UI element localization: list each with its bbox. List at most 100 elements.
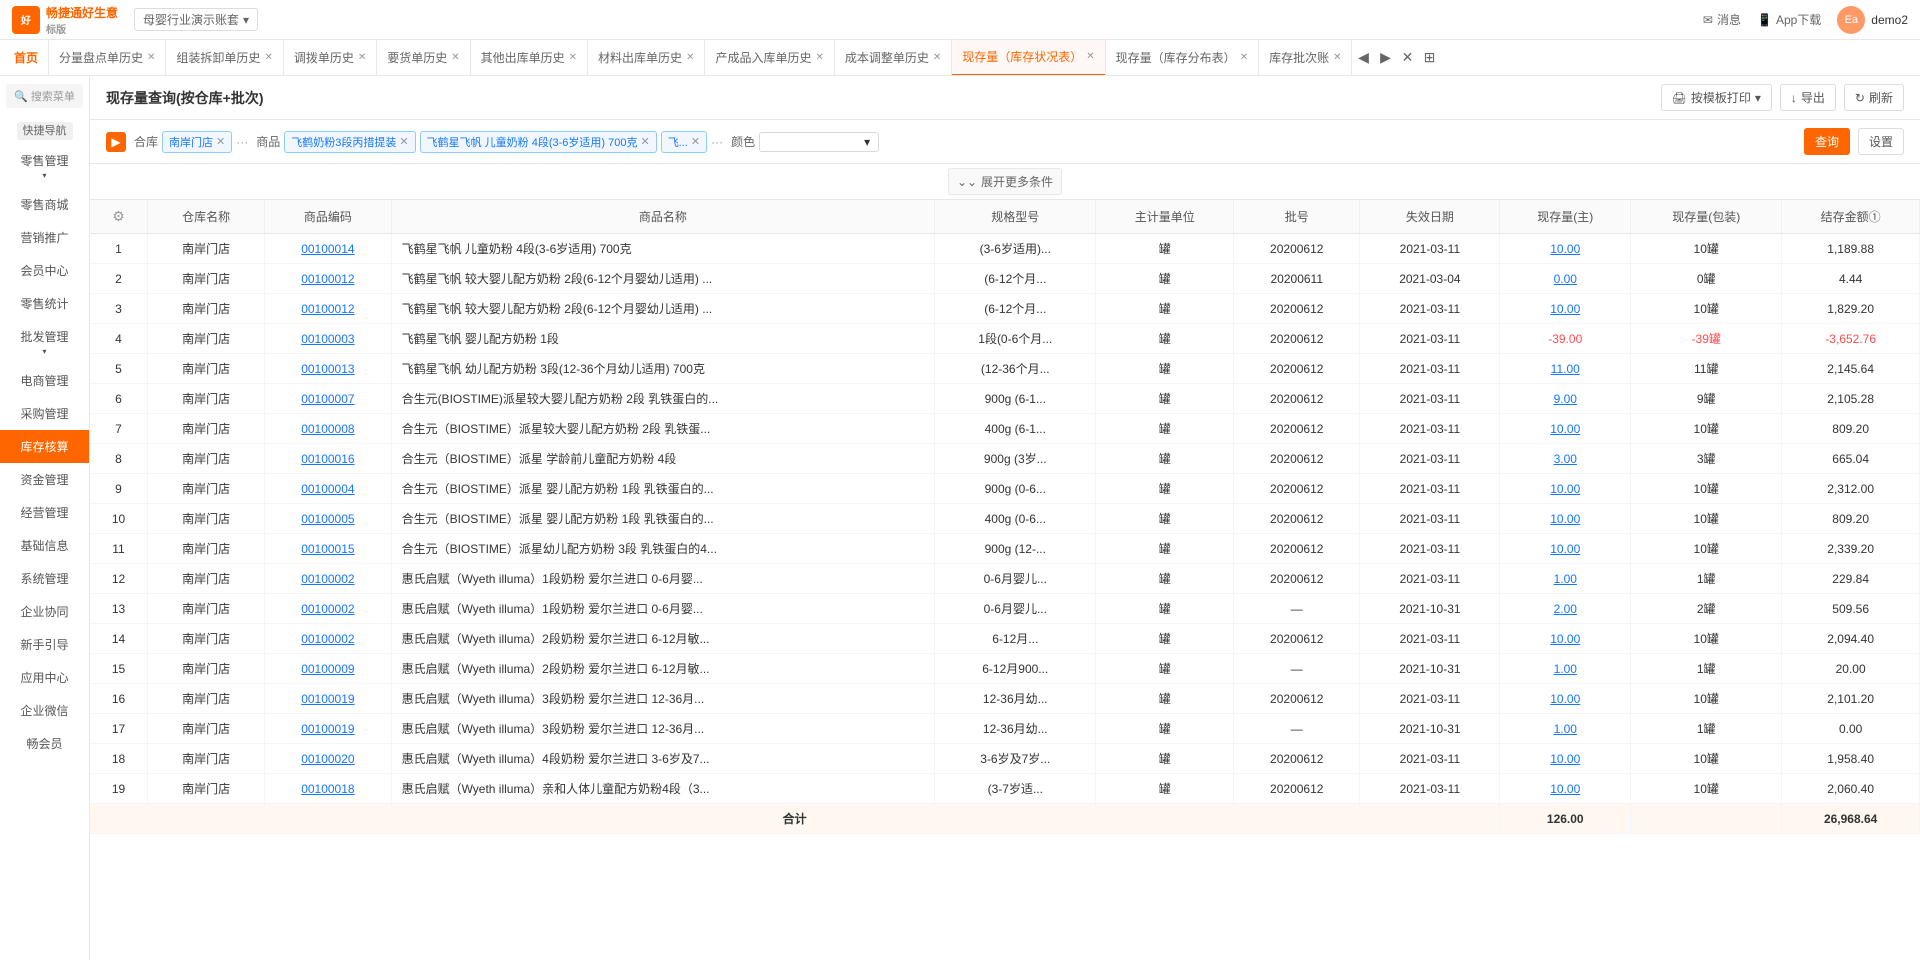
warehouse-tag-close-icon[interactable]: ✕ <box>216 135 225 148</box>
row-code[interactable]: 00100003 <box>265 324 391 354</box>
tab-close-icon[interactable]: ✕ <box>1333 52 1341 63</box>
row-qty-main[interactable]: 9.00 <box>1500 384 1631 414</box>
row-code[interactable]: 00100018 <box>265 774 391 804</box>
user-area[interactable]: Ea demo2 <box>1837 6 1908 34</box>
quick-nav-label[interactable]: 快捷导航 <box>17 122 73 140</box>
row-qty-main[interactable]: 1.00 <box>1500 564 1631 594</box>
row-qty-main[interactable]: 10.00 <box>1500 534 1631 564</box>
tab-other-out[interactable]: 其他出库单历史 ✕ <box>471 40 588 76</box>
product-more-icon[interactable]: ··· <box>711 135 723 149</box>
row-qty-main[interactable]: 10.00 <box>1500 294 1631 324</box>
tab-inventory-status[interactable]: 现存量（库存状况表） ✕ <box>952 40 1105 76</box>
sidebar-item-retail-stats[interactable]: 零售统计 <box>0 287 89 320</box>
product-tag-2[interactable]: 飞鹤星飞帆 儿童奶粉 4段(3-6岁适用) 700克 ✕ <box>420 131 657 153</box>
tab-require[interactable]: 要货单历史 ✕ <box>377 40 470 76</box>
sidebar-item-enterprise[interactable]: 企业协同 <box>0 595 89 628</box>
print-btn[interactable]: 🖨 按模板打印 ▾ <box>1661 84 1772 111</box>
sidebar-item-basic[interactable]: 基础信息 <box>0 529 89 562</box>
tab-inventory-dist[interactable]: 现存量（库存分布表） ✕ <box>1106 40 1259 76</box>
refresh-btn[interactable]: ↻ 刷新 <box>1844 84 1904 111</box>
row-qty-main[interactable]: 0.00 <box>1500 264 1631 294</box>
row-code[interactable]: 00100012 <box>265 264 391 294</box>
row-qty-main[interactable]: -39.00 <box>1500 324 1631 354</box>
app-download-btn[interactable]: 📱 App下载 <box>1757 11 1821 28</box>
tab-close-icon[interactable]: ✕ <box>815 52 823 63</box>
sidebar-item-member-card[interactable]: 畅会员 <box>0 727 89 760</box>
tab-disassemble[interactable]: 组装拆卸单历史 ✕ <box>166 40 283 76</box>
row-code[interactable]: 00100008 <box>265 414 391 444</box>
row-qty-main[interactable]: 3.00 <box>1500 444 1631 474</box>
row-code[interactable]: 00100015 <box>265 534 391 564</box>
sidebar-item-purchase[interactable]: 采购管理 <box>0 397 89 430</box>
row-qty-main[interactable]: 10.00 <box>1500 624 1631 654</box>
settings-btn[interactable]: 设置 <box>1858 128 1904 155</box>
tab-close-icon[interactable]: ✕ <box>264 52 272 63</box>
row-code[interactable]: 00100002 <box>265 594 391 624</box>
col-settings[interactable]: ⚙ <box>90 200 148 234</box>
tab-close-icon[interactable]: ✕ <box>933 52 941 63</box>
row-code[interactable]: 00100016 <box>265 444 391 474</box>
row-qty-main[interactable]: 10.00 <box>1500 234 1631 264</box>
workspace-selector[interactable]: 母婴行业演示账套 ▾ <box>134 8 258 31</box>
product-tag-1[interactable]: 飞鹤奶粉3段丙措提装 ✕ <box>284 131 415 153</box>
column-settings-icon[interactable]: ⚙ <box>112 208 125 224</box>
sidebar-item-retail-mall[interactable]: 零售商城 <box>0 188 89 221</box>
product-tag-3[interactable]: 飞... ✕ <box>661 131 707 153</box>
warehouse-more-icon[interactable]: ··· <box>236 135 248 149</box>
product-tag-close-icon-1[interactable]: ✕ <box>399 135 408 148</box>
tab-close-icon[interactable]: ✕ <box>1086 51 1094 62</box>
row-code[interactable]: 00100014 <box>265 234 391 264</box>
sidebar-item-marketing[interactable]: 营销推广 <box>0 221 89 254</box>
sidebar-item-member[interactable]: 会员中心 <box>0 254 89 287</box>
export-btn[interactable]: ↓ 导出 <box>1780 84 1836 111</box>
sidebar-item-inventory[interactable]: 库存核算 <box>0 430 89 463</box>
sidebar-item-ecommerce[interactable]: 电商管理 <box>0 364 89 397</box>
row-qty-main[interactable]: 10.00 <box>1500 744 1631 774</box>
row-qty-main[interactable]: 10.00 <box>1500 504 1631 534</box>
tab-menu-btn[interactable]: ⊞ <box>1418 40 1440 76</box>
sidebar-item-app-center[interactable]: 应用中心 <box>0 661 89 694</box>
tab-cost-adjust[interactable]: 成本调整单历史 ✕ <box>835 40 952 76</box>
row-qty-main[interactable]: 11.00 <box>1500 354 1631 384</box>
tab-prev-btn[interactable]: ◀ <box>1352 40 1374 76</box>
filter-expand-btn[interactable]: ▶ <box>106 132 126 152</box>
row-code[interactable]: 00100004 <box>265 474 391 504</box>
tab-home[interactable]: 首页 <box>4 40 49 76</box>
row-code[interactable]: 00100013 <box>265 354 391 384</box>
tab-close-icon[interactable]: ✕ <box>686 52 694 63</box>
sidebar-item-business[interactable]: 经营管理 <box>0 496 89 529</box>
row-code[interactable]: 00100002 <box>265 624 391 654</box>
row-code[interactable]: 00100019 <box>265 684 391 714</box>
tab-adjust[interactable]: 调拨单历史 ✕ <box>284 40 377 76</box>
message-btn[interactable]: ✉ 消息 <box>1703 11 1741 28</box>
search-menu-btn[interactable]: 🔍 搜索菜单 <box>6 84 83 108</box>
tab-close-icon[interactable]: ✕ <box>147 52 155 63</box>
row-qty-main[interactable]: 1.00 <box>1500 654 1631 684</box>
tab-close-icon[interactable]: ✕ <box>569 52 577 63</box>
tab-product-in[interactable]: 产成品入库单历史 ✕ <box>705 40 834 76</box>
sidebar-item-finance[interactable]: 资金管理 <box>0 463 89 496</box>
product-tag-close-icon-3[interactable]: ✕ <box>691 135 700 148</box>
warehouse-tag-nangang[interactable]: 南岸门店 ✕ <box>162 131 232 153</box>
sidebar-item-system[interactable]: 系统管理 <box>0 562 89 595</box>
color-dropdown[interactable]: ▾ <box>759 132 879 152</box>
row-qty-main[interactable]: 2.00 <box>1500 594 1631 624</box>
row-code[interactable]: 00100020 <box>265 744 391 774</box>
sidebar-item-wholesale[interactable]: 批发管理 ▾ <box>0 320 89 364</box>
row-code[interactable]: 00100005 <box>265 504 391 534</box>
row-qty-main[interactable]: 10.00 <box>1500 414 1631 444</box>
row-code[interactable]: 00100002 <box>265 564 391 594</box>
tab-next-btn[interactable]: ▶ <box>1374 40 1396 76</box>
expand-more-btn[interactable]: ⌄⌄ 展开更多条件 <box>948 168 1062 195</box>
tab-close-icon[interactable]: ✕ <box>1240 52 1248 63</box>
sidebar-item-enterprise-wechat[interactable]: 企业微信 <box>0 694 89 727</box>
tab-close-icon[interactable]: ✕ <box>451 52 459 63</box>
tab-material-out[interactable]: 材料出库单历史 ✕ <box>588 40 705 76</box>
tab-split-inventory[interactable]: 分量盘点单历史 ✕ <box>49 40 166 76</box>
row-qty-main[interactable]: 1.00 <box>1500 714 1631 744</box>
row-qty-main[interactable]: 10.00 <box>1500 774 1631 804</box>
row-code[interactable]: 00100007 <box>265 384 391 414</box>
sidebar-item-retail-mgmt[interactable]: 零售管理 ▾ <box>0 144 89 188</box>
tab-close-icon[interactable]: ✕ <box>358 52 366 63</box>
row-code[interactable]: 00100019 <box>265 714 391 744</box>
